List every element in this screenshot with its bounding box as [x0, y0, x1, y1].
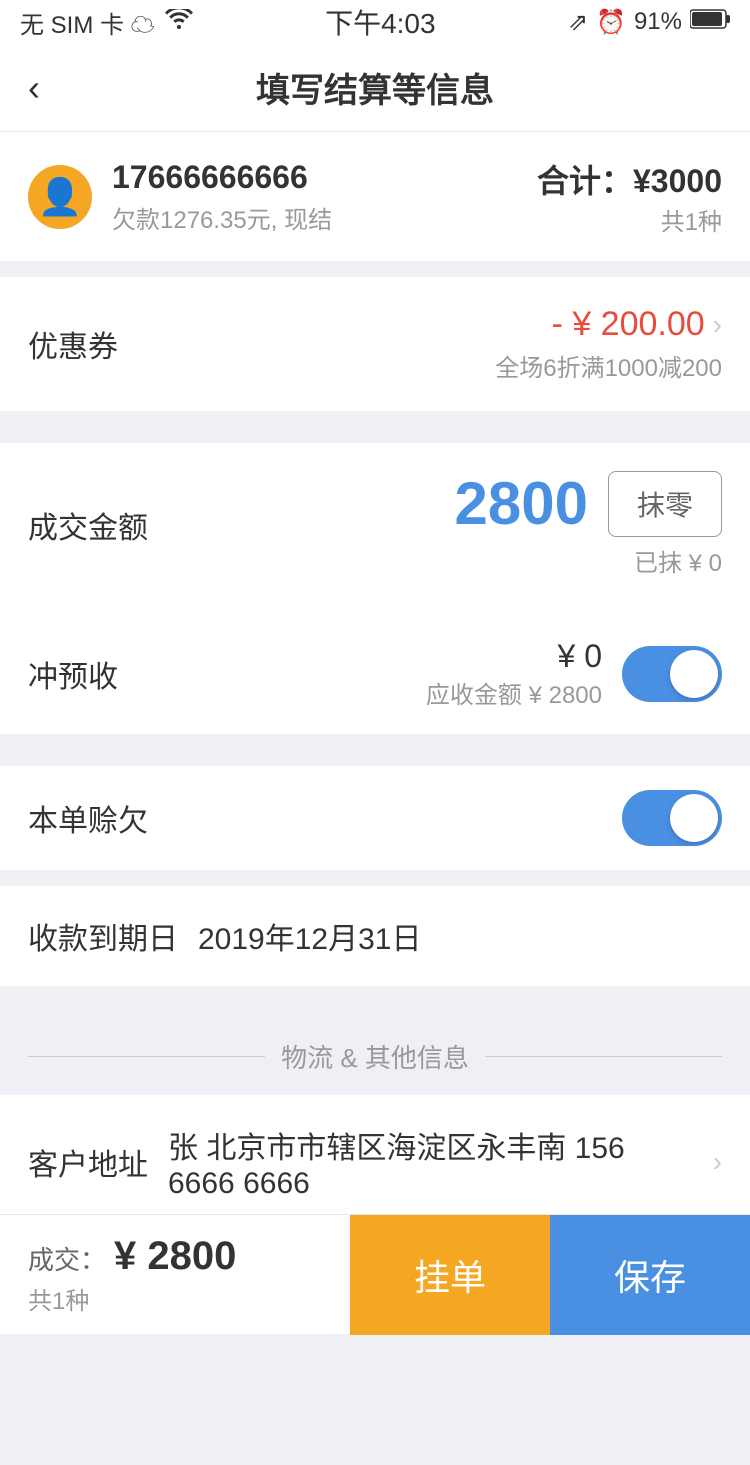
- bottom-bar: 成交： ¥ 2800 共1种 挂单 保存: [0, 1214, 750, 1334]
- nav-bar: ‹ 填写结算等信息: [0, 44, 750, 132]
- alarm-icon: ⏰: [596, 8, 626, 37]
- due-date-row: 收款到期日 2019年12月31日: [0, 886, 750, 986]
- sim-label: 无 SIM 卡 ☁: [20, 5, 155, 40]
- bottom-summary: 成交： ¥ 2800 共1种: [0, 1234, 350, 1316]
- address-content: 张 北京市市辖区海淀区永丰南 156 6666 6666: [168, 1123, 685, 1201]
- chevron-right-icon: ›: [713, 309, 722, 341]
- total-count: 共1种: [537, 202, 722, 237]
- avatar: 👤: [28, 165, 92, 229]
- section-divider-2: [0, 750, 750, 766]
- avatar-icon: 👤: [38, 176, 83, 218]
- chong-right: ¥ 0 应收金额 ¥ 2800: [426, 638, 722, 710]
- customer-left: 👤 17666666666 欠款1276.35元, 现结: [28, 159, 332, 235]
- due-date-label: 收款到期日: [28, 914, 178, 958]
- line-right: [485, 1056, 722, 1057]
- debt-label: 本单赊欠: [28, 796, 148, 840]
- customer-subtitle: 欠款1276.35元, 现结: [112, 200, 332, 235]
- page-title: 填写结算等信息: [256, 63, 494, 112]
- round-button[interactable]: 抹零: [608, 471, 722, 537]
- coupon-label: 优惠券: [28, 322, 118, 366]
- line-left: [28, 1056, 265, 1057]
- location-icon: ⇗: [568, 8, 588, 37]
- status-right: ⇗ ⏰ 91%: [568, 8, 730, 37]
- debt-toggle[interactable]: [622, 790, 722, 846]
- coupon-row[interactable]: 优惠券 - ¥ 200.00 › 全场6折满1000减200: [0, 277, 750, 411]
- amount-row: 成交金额 2800 抹零 已抹 ¥ 0: [28, 471, 722, 578]
- deal-amount-sub: 已抹 ¥ 0: [634, 543, 722, 578]
- bottom-deal-label: 成交：: [28, 1240, 106, 1277]
- section-divider: [0, 427, 750, 443]
- status-left: 无 SIM 卡 ☁: [20, 5, 193, 40]
- chong-amount: ¥ 0: [558, 638, 602, 675]
- logistics-label: 物流 & 其他信息: [281, 1038, 469, 1075]
- deal-amount-label: 成交金额: [28, 503, 148, 547]
- amount-right: 2800 抹零 已抹 ¥ 0: [455, 471, 723, 578]
- address-row[interactable]: 客户地址 张 北京市市辖区海淀区永丰南 156 6666 6666 ›: [0, 1095, 750, 1229]
- deal-amount-value: 2800: [455, 474, 588, 534]
- debt-row: 本单赊欠: [0, 766, 750, 870]
- total-amount: 合计：¥3000: [537, 156, 722, 202]
- address-label: 客户地址: [28, 1140, 148, 1184]
- customer-details: 17666666666 欠款1276.35元, 现结: [112, 159, 332, 235]
- hang-button[interactable]: 挂单: [350, 1215, 550, 1335]
- save-button[interactable]: 保存: [550, 1215, 750, 1335]
- wifi-icon: [165, 8, 193, 36]
- bottom-deal-amount: ¥ 2800: [114, 1234, 236, 1279]
- status-time: 下午4:03: [325, 2, 436, 42]
- status-bar: 无 SIM 卡 ☁ 下午4:03 ⇗ ⏰ 91%: [0, 0, 750, 44]
- customer-phone: 17666666666: [112, 159, 332, 196]
- chong-row: 冲预收 ¥ 0 应收金额 ¥ 2800: [0, 614, 750, 734]
- coupon-desc: 全场6折满1000减200: [495, 348, 722, 383]
- deal-amount-section: 成交金额 2800 抹零 已抹 ¥ 0: [0, 443, 750, 614]
- back-button[interactable]: ‹: [28, 67, 40, 109]
- chong-toggle[interactable]: [622, 646, 722, 702]
- chong-sub: 应收金额 ¥ 2800: [426, 675, 602, 710]
- section-divider-3: [0, 1002, 750, 1018]
- battery-label: 91%: [634, 8, 682, 36]
- battery-icon: [690, 8, 730, 37]
- chong-label: 冲预收: [28, 652, 118, 696]
- coupon-amount: - ¥ 200.00: [552, 305, 705, 344]
- due-date-value: 2019年12月31日: [198, 914, 421, 958]
- bottom-deal-count: 共1种: [28, 1281, 322, 1316]
- customer-info-card: 👤 17666666666 欠款1276.35元, 现结 合计：¥3000 共1…: [0, 132, 750, 261]
- logistics-header: 物流 & 其他信息: [0, 1018, 750, 1095]
- address-chevron-icon: ›: [713, 1146, 722, 1178]
- customer-total: 合计：¥3000 共1种: [537, 156, 722, 237]
